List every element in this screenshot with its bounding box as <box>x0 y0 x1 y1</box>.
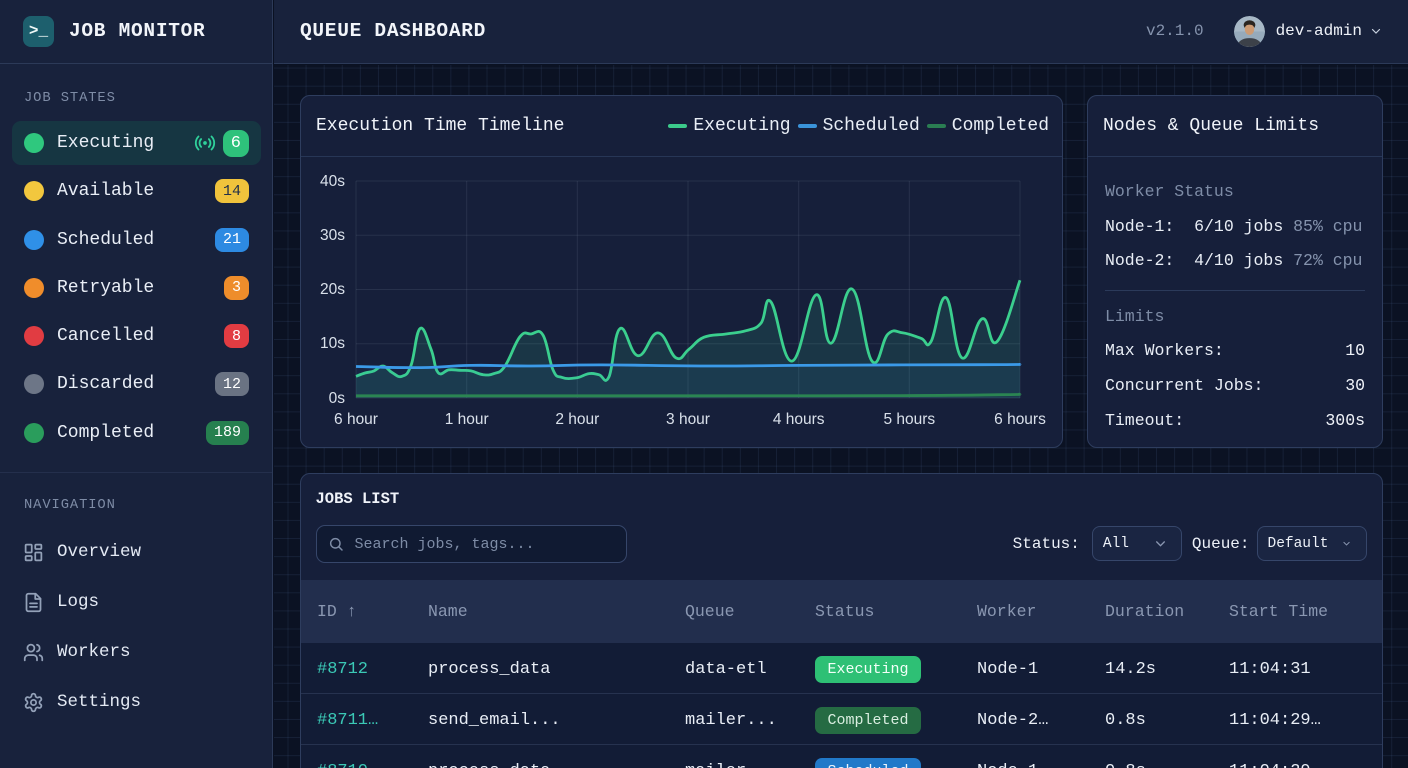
svg-text:10s: 10s <box>320 335 345 352</box>
svg-text:4 hours: 4 hours <box>773 411 825 428</box>
svg-text:5 hours: 5 hours <box>883 411 935 428</box>
svg-text:2 hour: 2 hour <box>555 411 599 428</box>
svg-text:30s: 30s <box>320 227 345 244</box>
svg-text:6 hour: 6 hour <box>334 411 378 428</box>
svg-text:40s: 40s <box>320 173 345 190</box>
svg-text:6 hours: 6 hours <box>994 411 1046 428</box>
svg-text:0s: 0s <box>329 390 346 407</box>
svg-text:1 hour: 1 hour <box>445 411 489 428</box>
svg-text:3 hour: 3 hour <box>666 411 710 428</box>
svg-text:20s: 20s <box>320 281 345 298</box>
